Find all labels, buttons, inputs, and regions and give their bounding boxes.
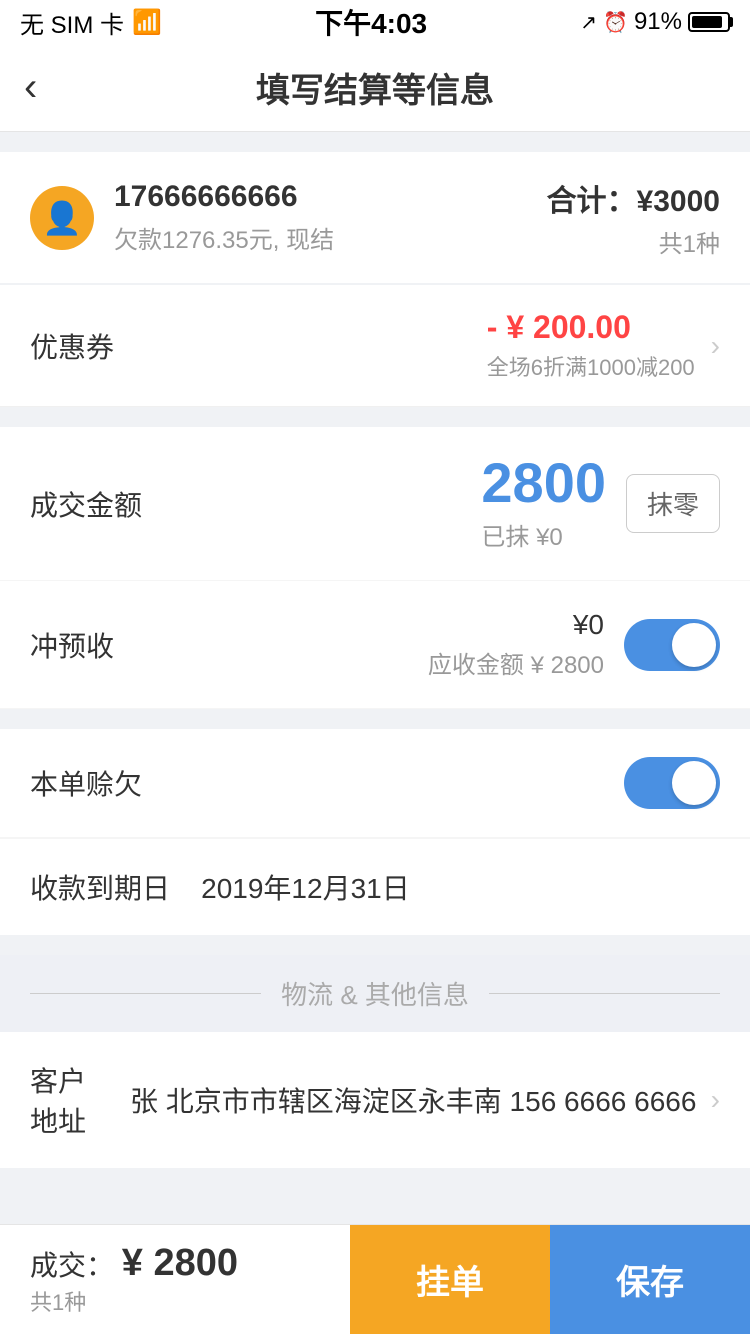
section-divider-1 bbox=[0, 407, 750, 427]
status-right: ↗ ⏰ 91% bbox=[580, 8, 730, 36]
bottom-deal-amount: ¥ 2800 bbox=[122, 1242, 238, 1284]
transaction-sub: 已抹 ¥0 bbox=[481, 517, 606, 552]
logistics-divider: 物流 & 其他信息 bbox=[0, 955, 750, 1032]
bottom-count: 共1种 bbox=[30, 1285, 320, 1317]
bottom-deal-label: 成交： bbox=[30, 1250, 114, 1281]
coupon-discount: - ¥ 200.00 bbox=[487, 309, 695, 346]
customer-info: 17666666666 欠款1276.35元, 现结 bbox=[114, 180, 334, 255]
customer-card: 👤 17666666666 欠款1276.35元, 现结 合计：¥3000 共1… bbox=[0, 152, 750, 283]
address-content: 张 北京市市辖区海淀区永丰南 156 6666 6666 bbox=[130, 1080, 711, 1120]
status-left: 无 SIM 卡 📶 bbox=[20, 5, 162, 40]
round-button[interactable]: 抹零 bbox=[626, 474, 720, 533]
section-divider-3 bbox=[0, 935, 750, 955]
customer-left: 👤 17666666666 欠款1276.35元, 现结 bbox=[30, 180, 334, 255]
divider-line-left bbox=[30, 993, 261, 994]
prepay-amount: ¥0 bbox=[428, 609, 604, 641]
total-count: 共1种 bbox=[547, 224, 720, 259]
coupon-row[interactable]: 优惠券 - ¥ 200.00 全场6折满1000减200 › bbox=[0, 285, 750, 407]
prepay-wrapper: ¥0 应收金额 ¥ 2800 bbox=[428, 609, 720, 680]
transaction-amount: 2800 bbox=[481, 455, 606, 511]
address-label: 客户地址 bbox=[30, 1060, 110, 1140]
total-amount: 合计：¥3000 bbox=[547, 176, 720, 220]
coupon-label: 优惠券 bbox=[30, 326, 114, 366]
prepay-sub: 应收金额 ¥ 2800 bbox=[428, 645, 604, 680]
transaction-row: 成交金额 2800 已抹 ¥0 抹零 bbox=[0, 427, 750, 581]
address-chevron-icon: › bbox=[711, 1084, 720, 1116]
toggle-knob bbox=[672, 623, 716, 667]
page-title: 填写结算等信息 bbox=[256, 63, 494, 112]
wifi-icon: 📶 bbox=[132, 8, 162, 37]
status-time: 下午4:03 bbox=[315, 2, 427, 42]
address-row[interactable]: 客户地址 张 北京市市辖区海淀区永丰南 156 6666 6666 › bbox=[0, 1032, 750, 1168]
amount-section: 2800 已抹 ¥0 抹零 bbox=[481, 455, 720, 552]
save-button[interactable]: 保存 bbox=[550, 1225, 750, 1334]
customer-right: 合计：¥3000 共1种 bbox=[547, 176, 720, 259]
date-label-text: 收款到期日 bbox=[30, 873, 170, 904]
credit-note-label: 本单赊欠 bbox=[30, 763, 142, 803]
bottom-bar: 成交： ¥ 2800 共1种 挂单 保存 bbox=[0, 1224, 750, 1334]
coupon-right: - ¥ 200.00 全场6折满1000减200 › bbox=[487, 309, 720, 382]
coupon-info: - ¥ 200.00 全场6折满1000减200 bbox=[487, 309, 695, 382]
transaction-section: 成交金额 2800 已抹 ¥0 抹零 冲预收 ¥0 应收金额 ¥ 2800 bbox=[0, 427, 750, 709]
credit-note-row: 本单赊欠 bbox=[0, 729, 750, 838]
battery-icon bbox=[688, 12, 730, 32]
transaction-label: 成交金额 bbox=[30, 484, 142, 524]
bottom-summary: 成交： ¥ 2800 共1种 bbox=[0, 1242, 350, 1317]
alarm-icon: ⏰ bbox=[603, 10, 628, 35]
nav-bar: ‹ 填写结算等信息 bbox=[0, 44, 750, 132]
section-divider-4 bbox=[0, 1168, 750, 1208]
prepayment-toggle[interactable] bbox=[624, 619, 720, 671]
battery-percentage: 91% bbox=[634, 8, 682, 36]
coupon-desc: 全场6折满1000减200 bbox=[487, 350, 695, 382]
credit-note-section: 本单赊欠 收款到期日 2019年12月31日 bbox=[0, 729, 750, 935]
prepay-info: ¥0 应收金额 ¥ 2800 bbox=[428, 609, 604, 680]
credit-note-toggle[interactable] bbox=[624, 757, 720, 809]
chevron-right-icon: › bbox=[711, 330, 720, 362]
customer-phone: 17666666666 bbox=[114, 180, 334, 214]
payment-date-label: 收款到期日 2019年12月31日 bbox=[30, 873, 410, 904]
payment-date-value: 2019年12月31日 bbox=[201, 873, 410, 904]
hold-button[interactable]: 挂单 bbox=[350, 1225, 550, 1334]
avatar: 👤 bbox=[30, 186, 94, 250]
section-divider-2 bbox=[0, 709, 750, 729]
payment-date-row: 收款到期日 2019年12月31日 bbox=[0, 838, 750, 935]
divider-line-right bbox=[489, 993, 720, 994]
prepayment-row: 冲预收 ¥0 应收金额 ¥ 2800 bbox=[0, 581, 750, 709]
carrier-label: 无 SIM 卡 bbox=[20, 5, 124, 40]
toggle-knob-2 bbox=[672, 761, 716, 805]
content-area: 👤 17666666666 欠款1276.35元, 现结 合计：¥3000 共1… bbox=[0, 132, 750, 1328]
logistics-text: 物流 & 其他信息 bbox=[281, 975, 469, 1012]
customer-debt: 欠款1276.35元, 现结 bbox=[114, 220, 334, 255]
bottom-deal-row: 成交： ¥ 2800 bbox=[30, 1242, 320, 1285]
location-icon: ↗ bbox=[580, 10, 597, 35]
back-button[interactable]: ‹ bbox=[24, 65, 37, 110]
prepayment-label: 冲预收 bbox=[30, 625, 114, 665]
status-bar: 无 SIM 卡 📶 下午4:03 ↗ ⏰ 91% bbox=[0, 0, 750, 44]
amount-wrapper: 2800 已抹 ¥0 bbox=[481, 455, 606, 552]
